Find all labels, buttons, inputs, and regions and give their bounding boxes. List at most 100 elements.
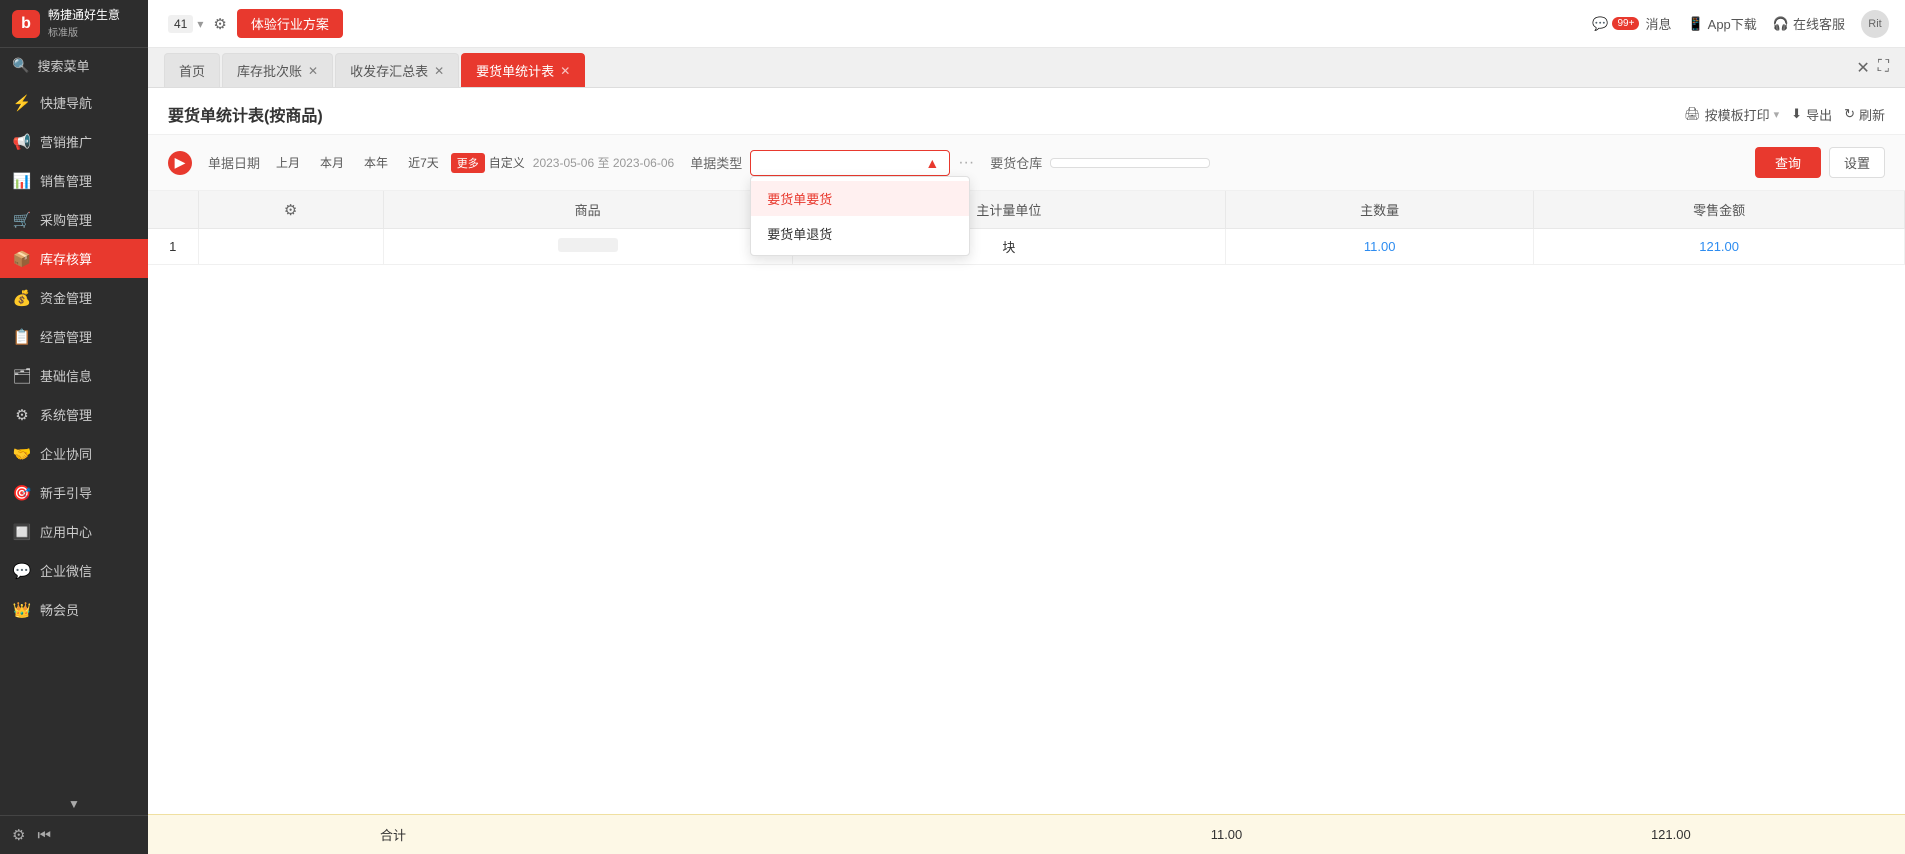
filter-date-lastmonth[interactable]: 上月	[268, 151, 308, 174]
trial-btn[interactable]: 体验行业方案	[237, 9, 343, 38]
cell-amount[interactable]: 121.00	[1534, 229, 1905, 265]
warehouse-select[interactable]	[1050, 158, 1210, 168]
store-selector[interactable]: 41 ▾	[164, 15, 203, 33]
filter-date-thismonth[interactable]: 本月	[312, 151, 352, 174]
app-download[interactable]: 📱 App下载	[1687, 14, 1756, 33]
tab-fullscreen-icon[interactable]: ⛶	[1878, 58, 1889, 78]
message-icon: 💬	[1592, 16, 1608, 32]
tabbar-controls: ✕ ⛶	[1856, 58, 1889, 78]
table-settings-icon[interactable]: ⚙	[284, 202, 297, 219]
sidebar-item-operation[interactable]: 📋 经营管理	[0, 317, 148, 356]
sidebar-item-label: 销售管理	[40, 171, 136, 190]
app-download-label: App下载	[1708, 14, 1757, 33]
user-avatar[interactable]: Rit	[1861, 10, 1889, 38]
sidebar-item-vip[interactable]: 👑 畅会员	[0, 590, 148, 629]
tab-receivable-summary[interactable]: 收发存汇总表 ✕	[335, 53, 459, 87]
filter-type-group: 单据类型 ▲ 要货单要货 要货单退货 ···	[690, 150, 974, 176]
setting-button[interactable]: 设置	[1829, 147, 1885, 178]
print-icon: 🖨	[1684, 106, 1701, 122]
date-label: 单据日期	[208, 153, 260, 172]
sidebar-item-guide[interactable]: 🎯 新手引导	[0, 473, 148, 512]
sidebar-item-finance[interactable]: 💰 资金管理	[0, 278, 148, 317]
settings-icon[interactable]: ⚙	[12, 826, 25, 844]
table-footer: 合计 11.00 121.00	[148, 814, 1905, 854]
online-service[interactable]: 🎧 在线客服	[1773, 14, 1845, 33]
type-select-wrapper: ▲ 要货单要货 要货单退货	[750, 150, 950, 176]
sidebar-item-system[interactable]: ⚙ 系统管理	[0, 395, 148, 434]
table-row: 1 块 11.00 121.00	[148, 229, 1905, 265]
sidebar-item-marketing[interactable]: 📢 营销推广	[0, 122, 148, 161]
data-table: ⚙ 商品 主计量单位 主数量 零售金额 1	[148, 191, 1905, 265]
tab-receivable-summary-close[interactable]: ✕	[434, 64, 444, 78]
tab-inventory-batch-label: 库存批次账	[237, 61, 302, 80]
filter-date-group: 单据日期 上月 本月 本年 近7天 更多 自定义 2023-05-06 至 20…	[208, 151, 674, 174]
sidebar-search[interactable]: 🔍 搜索菜单	[0, 48, 148, 83]
tab-requisition-stats-close[interactable]: ✕	[560, 64, 570, 78]
type-select[interactable]: ▲	[750, 150, 950, 176]
sidebar-item-label: 库存核算	[40, 249, 136, 268]
filter-date-more-badge[interactable]: 更多	[451, 153, 485, 173]
dropdown-option-return[interactable]: 要货单退货	[751, 216, 969, 251]
sidebar-item-appstore[interactable]: 🔲 应用中心	[0, 512, 148, 551]
topbar-gear-icon[interactable]: ⚙	[213, 15, 226, 33]
enterprise-icon: 🤝	[12, 445, 32, 463]
tab-inventory-batch[interactable]: 库存批次账 ✕	[222, 53, 333, 87]
footer-label: 合计	[360, 825, 560, 844]
online-service-label: 在线客服	[1793, 14, 1845, 33]
service-icon: 🎧	[1773, 16, 1789, 32]
sidebar-item-sales[interactable]: 📊 销售管理	[0, 161, 148, 200]
filter-dots-icon[interactable]: ···	[958, 154, 974, 172]
tab-inventory-batch-close[interactable]: ✕	[308, 64, 318, 78]
page-content: 要货单统计表(按商品) 🖨 按模板打印 ▾ ⬇ 导出 ↻ 刷新	[148, 88, 1905, 854]
table-header-row: ⚙ 商品 主计量单位 主数量 零售金额	[148, 191, 1905, 229]
refresh-action[interactable]: ↻ 刷新	[1844, 105, 1885, 124]
col-product: 商品	[383, 191, 792, 229]
filter-date-7days[interactable]: 近7天	[400, 151, 447, 174]
col-index	[148, 191, 198, 229]
sidebar-item-quick-nav[interactable]: ⚡ 快捷导航	[0, 83, 148, 122]
search-label: 搜索菜单	[37, 56, 89, 75]
sidebar-item-label: 企业微信	[40, 561, 136, 580]
dropdown-option-order[interactable]: 要货单要货	[751, 181, 969, 216]
page-header-actions: 🖨 按模板打印 ▾ ⬇ 导出 ↻ 刷新	[1684, 105, 1885, 124]
query-button[interactable]: 查询	[1755, 147, 1821, 178]
col-settings[interactable]: ⚙	[198, 191, 383, 229]
sidebar-item-wechat[interactable]: 💬 企业微信	[0, 551, 148, 590]
sidebar-item-label: 新手引导	[40, 483, 136, 502]
tab-home[interactable]: 首页	[164, 53, 220, 87]
export-action[interactable]: ⬇ 导出	[1791, 105, 1832, 124]
collapse-icon[interactable]: ⏮	[37, 827, 51, 844]
sidebar-item-purchase[interactable]: 🛒 采购管理	[0, 200, 148, 239]
sidebar-footer: ⚙ ⏮	[0, 815, 148, 854]
sidebar-logo: b 畅捷通好生意 标准版	[0, 0, 148, 48]
sidebar-item-enterprise[interactable]: 🤝 企业协同	[0, 434, 148, 473]
basic-icon: 🗂	[12, 367, 32, 385]
footer-amount: 121.00	[1449, 827, 1893, 842]
cell-quantity[interactable]: 11.00	[1226, 229, 1534, 265]
filter-warehouse-group: 要货仓库	[990, 153, 1210, 172]
topbar-left: 41 ▾ ⚙ 体验行业方案	[164, 9, 343, 38]
date-range-display: 2023-05-06 至 2023-06-06	[533, 154, 674, 171]
notifications[interactable]: 💬 99+ 消息	[1592, 14, 1671, 33]
print-action[interactable]: 🖨 按模板打印 ▾	[1684, 105, 1779, 124]
main-content: 41 ▾ ⚙ 体验行业方案 💬 99+ 消息 📱 App下载 🎧 在线客服 Ri…	[148, 0, 1905, 854]
filter-expand-btn[interactable]: ▶	[168, 151, 192, 175]
tabbar: 首页 库存批次账 ✕ 收发存汇总表 ✕ 要货单统计表 ✕ ✕ ⛶	[148, 48, 1905, 88]
wechat-icon: 💬	[12, 562, 32, 580]
filter-date-custom[interactable]: 自定义	[489, 154, 525, 171]
sidebar-item-label: 营销推广	[40, 132, 136, 151]
footer-quantity: 11.00	[1004, 827, 1448, 842]
topbar: 41 ▾ ⚙ 体验行业方案 💬 99+ 消息 📱 App下载 🎧 在线客服 Ri…	[148, 0, 1905, 48]
topbar-right: 💬 99+ 消息 📱 App下载 🎧 在线客服 Rit	[1592, 10, 1889, 38]
sidebar-item-inventory[interactable]: 📦 库存核算	[0, 239, 148, 278]
sidebar-scroll-down[interactable]: ▼	[0, 793, 148, 815]
tab-requisition-stats[interactable]: 要货单统计表 ✕	[461, 53, 585, 87]
refresh-label: 刷新	[1859, 105, 1885, 124]
store-num: 41	[168, 15, 193, 33]
tab-close-all-icon[interactable]: ✕	[1856, 58, 1869, 78]
filter-date-thisyear[interactable]: 本年	[356, 151, 396, 174]
sidebar: b 畅捷通好生意 标准版 🔍 搜索菜单 ⚡ 快捷导航 📢 营销推广 📊 销售管理…	[0, 0, 148, 854]
sidebar-item-basic[interactable]: 🗂 基础信息	[0, 356, 148, 395]
cell-index: 1	[148, 229, 198, 265]
date-buttons: 上月 本月 本年 近7天 更多 自定义	[268, 151, 525, 174]
